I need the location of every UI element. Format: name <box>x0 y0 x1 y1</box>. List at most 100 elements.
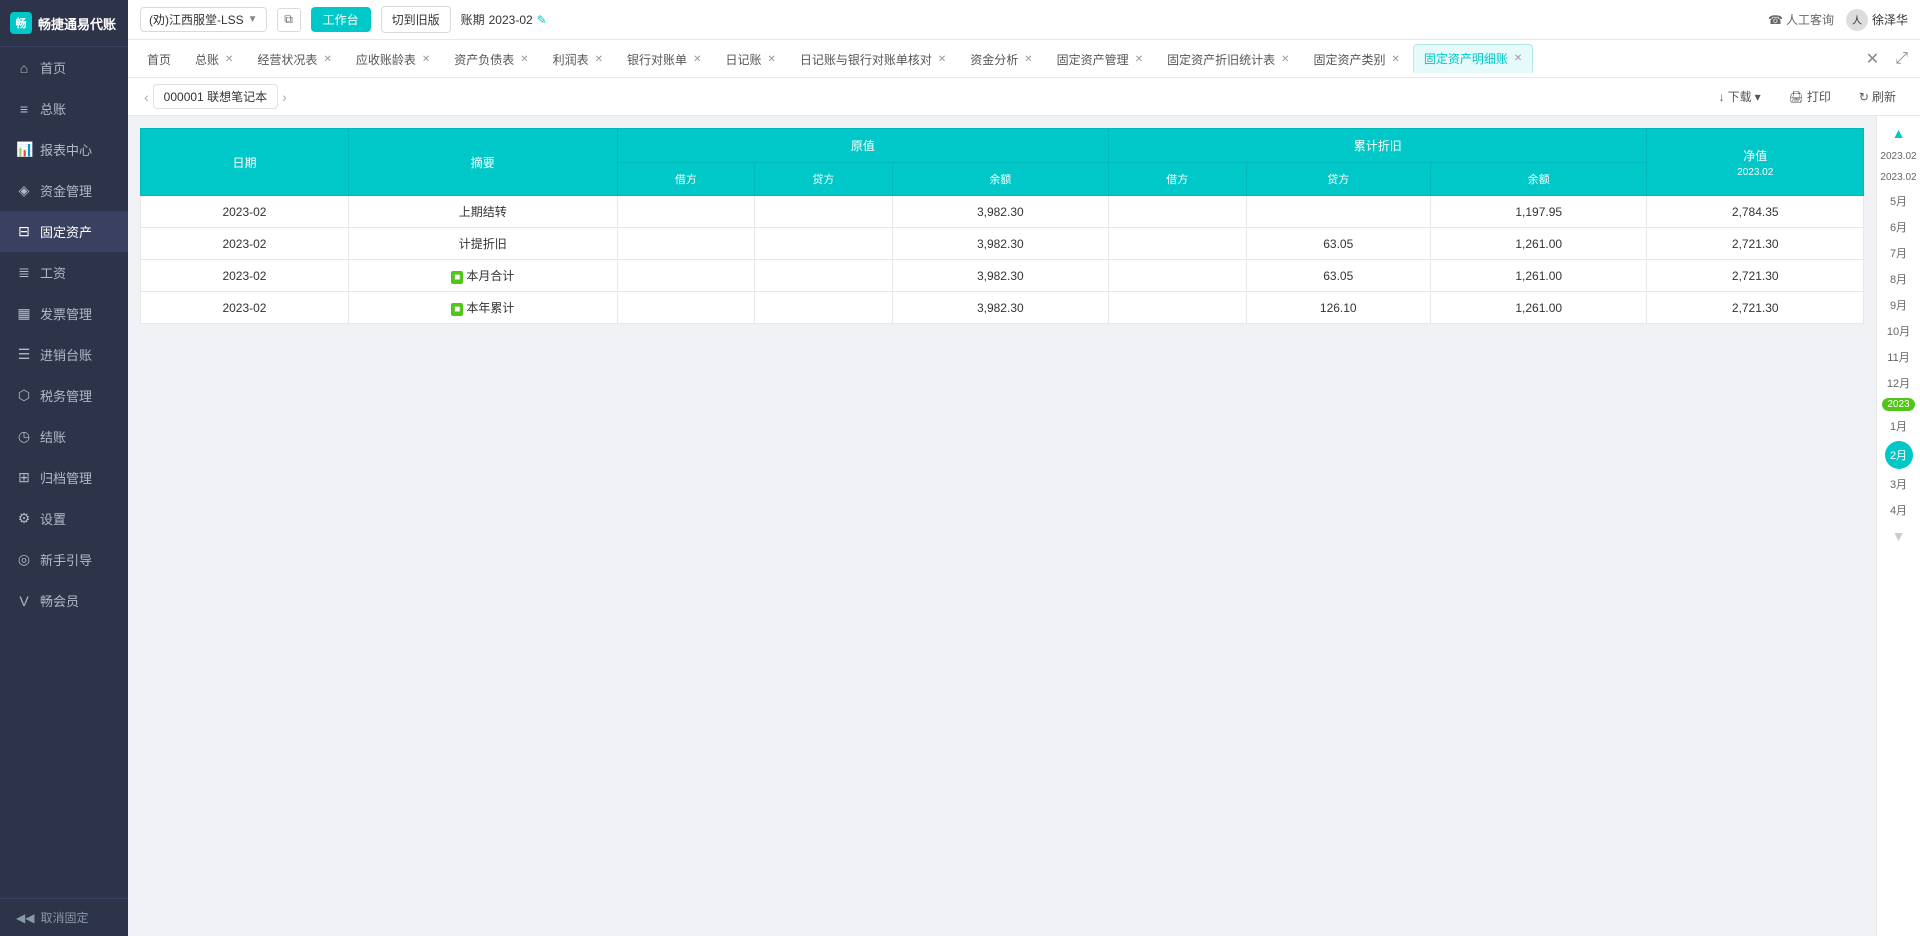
nav-next-icon[interactable]: › <box>282 89 287 105</box>
tab-expand-icon[interactable]: ⤢ <box>1891 48 1912 70</box>
tab-close-icon[interactable]: ✕ <box>422 54 430 65</box>
tab-reconcile[interactable]: 日记账与银行对账单核对 ✕ <box>789 45 957 73</box>
month-8[interactable]: 8月 <box>1877 266 1920 292</box>
sidebar-item-salary[interactable]: ≣ 工资 <box>0 252 128 293</box>
sidebar-item-close[interactable]: ◷ 结账 <box>0 416 128 457</box>
tab-capital-analysis[interactable]: 资金分析 ✕ <box>959 45 1043 73</box>
tab-label: 首页 <box>147 51 171 68</box>
sidebar-item-archive[interactable]: ⊞ 归档管理 <box>0 457 128 498</box>
tab-asset-category[interactable]: 固定资产类别 ✕ <box>1302 45 1410 73</box>
table-row[interactable]: 2023-02 计提折旧 3,982.30 63.05 1,261.00 2,7… <box>141 228 1864 260</box>
year-panel: ▲ 2023.02 2023.02 5月 6月 7月 8月 9月 10月 11月… <box>1876 116 1920 936</box>
sidebar-item-label: 总账 <box>40 99 66 118</box>
month-1[interactable]: 1月 <box>1877 413 1920 439</box>
sidebar-item-fixed-assets[interactable]: ⊟ 固定资产 <box>0 211 128 252</box>
sidebar-item-capital[interactable]: ◈ 资金管理 <box>0 170 128 211</box>
tab-label: 固定资产明细账 <box>1424 50 1508 67</box>
tab-label: 利润表 <box>553 51 589 68</box>
month-3[interactable]: 3月 <box>1877 471 1920 497</box>
tab-close-icon[interactable]: ✕ <box>225 54 233 65</box>
workbench-button[interactable]: 工作台 <box>311 7 371 32</box>
tab-close-icon[interactable]: ✕ <box>595 54 603 65</box>
sidebar-item-tax[interactable]: ⬡ 税务管理 <box>0 375 128 416</box>
cell-dep-credit <box>1246 196 1430 228</box>
sidebar-item-home[interactable]: ⌂ 首页 <box>0 47 128 88</box>
tab-home[interactable]: 首页 <box>136 45 182 73</box>
tab-close-icon[interactable]: ✕ <box>1281 54 1289 65</box>
tab-bank-statement[interactable]: 银行对账单 ✕ <box>616 45 712 73</box>
refresh-button[interactable]: ↻ 刷新 <box>1851 85 1904 108</box>
tab-label: 资金分析 <box>970 51 1018 68</box>
tab-ledger[interactable]: 总账 ✕ <box>184 45 244 73</box>
sidebar-item-ledger[interactable]: ≡ 总账 <box>0 88 128 129</box>
year-period-2[interactable]: 2023.02 <box>1877 167 1920 188</box>
sidebar-item-sales[interactable]: ☰ 进销台账 <box>0 334 128 375</box>
tab-label: 应收账龄表 <box>356 51 416 68</box>
tab-close-icon[interactable]: ✕ <box>767 54 775 65</box>
tab-asset-detail[interactable]: 固定资产明细账 ✕ <box>1413 44 1533 73</box>
table-row[interactable]: 2023-02 上期结转 3,982.30 1,197.95 2,784.35 <box>141 196 1864 228</box>
chevron-down-icon: ▼ <box>248 14 258 25</box>
table-row[interactable]: 2023-02 ■本年累计 3,982.30 126.10 1,261.00 2… <box>141 292 1864 324</box>
year-2023-badge: 2023 <box>1882 398 1914 411</box>
month-10[interactable]: 10月 <box>1877 318 1920 344</box>
tab-receivable-aging[interactable]: 应收账龄表 ✕ <box>345 45 441 73</box>
month-2-active[interactable]: 2月 <box>1885 441 1913 469</box>
sidebar-item-invoice[interactable]: ▦ 发票管理 <box>0 293 128 334</box>
unpin-label: 取消固定 <box>40 909 88 926</box>
col-dep-credit-header: 贷方 <box>1246 163 1430 196</box>
tab-close-icon[interactable]: ✕ <box>938 54 946 65</box>
year-down-scroll[interactable]: ▼ <box>1877 523 1920 549</box>
help-label: 人工客询 <box>1786 11 1834 28</box>
month-11[interactable]: 11月 <box>1877 344 1920 370</box>
tab-close-icon[interactable]: ✕ <box>1392 54 1400 65</box>
user-info[interactable]: 人 徐泽华 <box>1846 9 1908 31</box>
period-edit-icon[interactable]: ✎ <box>537 13 547 27</box>
help-button[interactable]: ☎ 人工客询 <box>1768 11 1834 28</box>
month-12[interactable]: 12月 <box>1877 370 1920 396</box>
year-period-1[interactable]: 2023.02 <box>1877 146 1920 167</box>
sidebar-item-settings[interactable]: ⚙ 设置 <box>0 498 128 539</box>
tab-close-icon[interactable]: ✕ <box>1024 54 1032 65</box>
company-selector[interactable]: (劝)江西服堂-LSS ▼ <box>140 7 267 32</box>
asset-code: 000001 <box>164 90 204 104</box>
tab-close-icon[interactable]: ✕ <box>1135 54 1143 65</box>
tab-label: 固定资产类别 <box>1313 51 1385 68</box>
table-row[interactable]: 2023-02 ■本月合计 3,982.30 63.05 1,261.00 2,… <box>141 260 1864 292</box>
tab-management-status[interactable]: 经营状况表 ✕ <box>246 45 342 73</box>
tab-bar: 首页 总账 ✕ 经营状况表 ✕ 应收账龄表 ✕ 资产负债表 ✕ 利润表 ✕ 银行… <box>128 40 1920 78</box>
tab-balance-sheet[interactable]: 资产负债表 ✕ <box>443 45 539 73</box>
unpin-icon: ◀◀ <box>16 911 34 925</box>
download-button[interactable]: ↓ 下载 ▾ <box>1711 85 1769 108</box>
tab-label: 日记账 <box>725 51 761 68</box>
tab-close-all-icon[interactable]: ✕ <box>1862 47 1883 71</box>
month-6[interactable]: 6月 <box>1877 214 1920 240</box>
tab-close-icon[interactable]: ✕ <box>693 54 701 65</box>
capital-icon: ◈ <box>16 182 32 199</box>
tab-close-icon[interactable]: ✕ <box>520 54 528 65</box>
copy-button[interactable]: ⧉ <box>277 8 301 32</box>
month-4[interactable]: 4月 <box>1877 497 1920 523</box>
tab-journal[interactable]: 日记账 ✕ <box>714 45 786 73</box>
tab-asset-management[interactable]: 固定资产管理 ✕ <box>1046 45 1154 73</box>
tab-depreciation-stats[interactable]: 固定资产折旧统计表 ✕ <box>1156 45 1300 73</box>
download-label: 下载 <box>1728 88 1752 105</box>
sidebar-item-vip[interactable]: V 畅会员 <box>0 580 128 621</box>
year-up-scroll[interactable]: ▲ <box>1877 120 1920 146</box>
month-9[interactable]: 9月 <box>1877 292 1920 318</box>
tab-close-icon[interactable]: ✕ <box>1514 53 1522 64</box>
month-7[interactable]: 7月 <box>1877 240 1920 266</box>
cell-dep-balance: 1,261.00 <box>1430 228 1646 260</box>
sidebar-item-report[interactable]: 📊 报表中心 <box>0 129 128 170</box>
switch-version-button[interactable]: 切到旧版 <box>381 6 451 33</box>
tab-close-icon[interactable]: ✕ <box>323 54 331 65</box>
period-prefix: 账期 <box>461 11 485 28</box>
sidebar-item-label: 发票管理 <box>40 304 92 323</box>
nav-prev-icon[interactable]: ‹ <box>144 89 149 105</box>
sidebar-unpin[interactable]: ◀◀ 取消固定 <box>0 898 128 936</box>
archive-icon: ⊞ <box>16 469 32 486</box>
sidebar-item-guide[interactable]: ◎ 新手引导 <box>0 539 128 580</box>
tab-profit[interactable]: 利润表 ✕ <box>542 45 614 73</box>
month-5[interactable]: 5月 <box>1877 188 1920 214</box>
print-button[interactable]: 🖨 打印 <box>1781 85 1839 108</box>
